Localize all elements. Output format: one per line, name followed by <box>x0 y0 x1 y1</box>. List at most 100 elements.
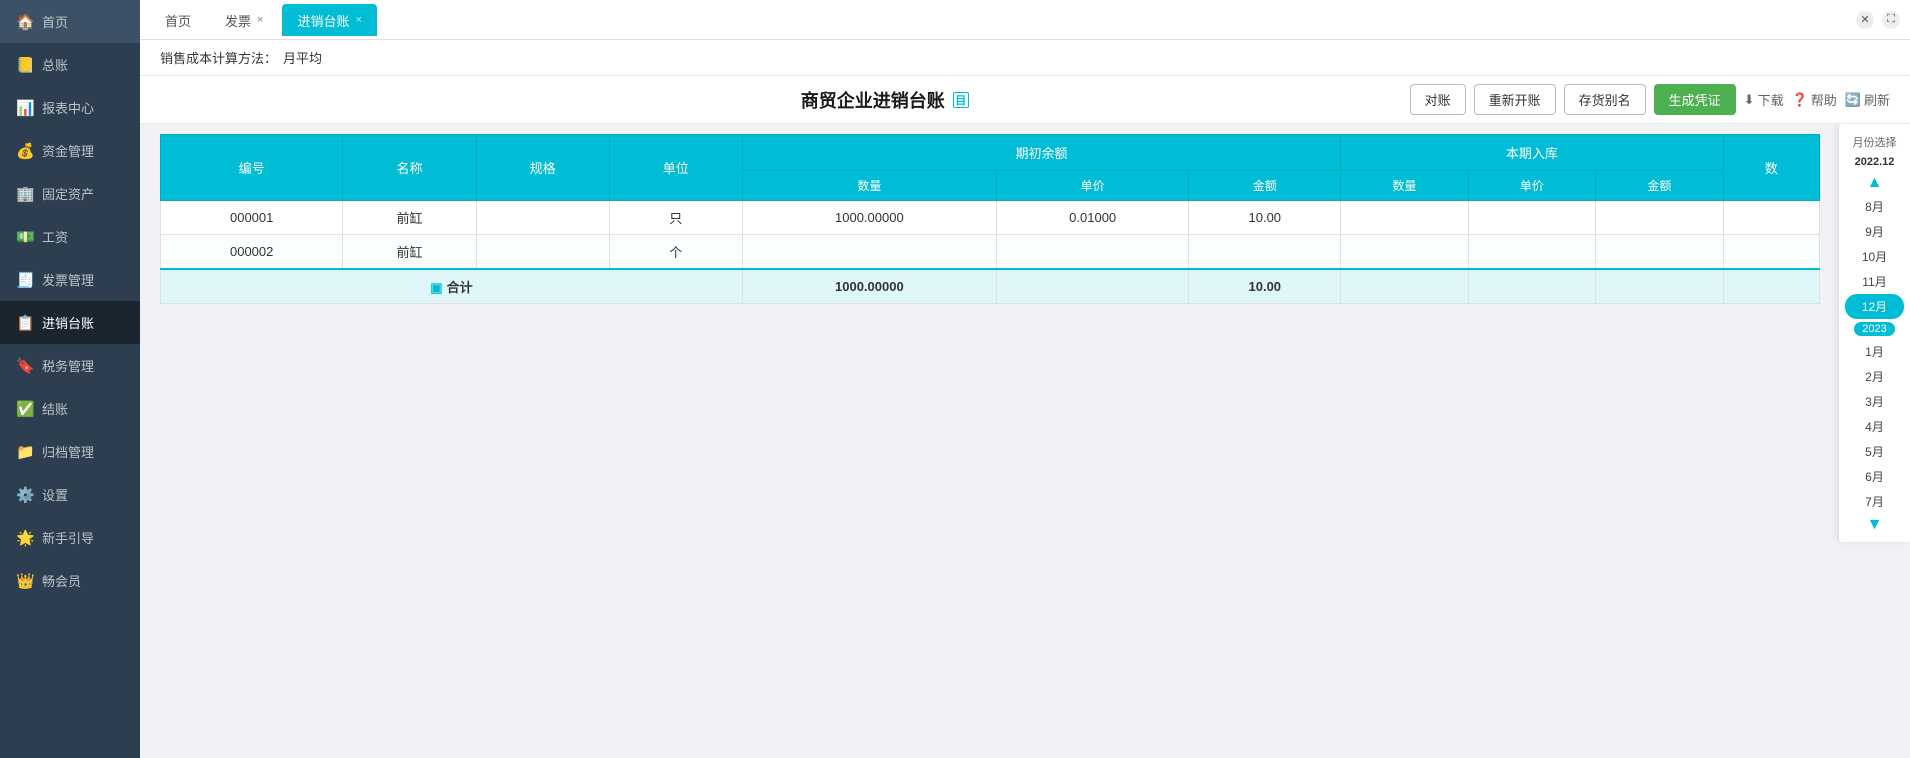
month-item-1[interactable]: 1月 <box>1839 339 1910 364</box>
info-icon[interactable]: 目 <box>953 92 969 108</box>
month-panel-title: 月份选择 <box>1853 130 1897 154</box>
sidebar-item-assets[interactable]: 🏢 固定资产 <box>0 172 140 215</box>
cell-unit: 个 <box>609 235 742 270</box>
tab-invoice[interactable]: 发票 × <box>210 4 278 36</box>
total-amount-in <box>1596 269 1723 304</box>
cell-price-in <box>1468 201 1595 235</box>
download-button[interactable]: ⬇ 下载 <box>1744 90 1784 109</box>
payroll-icon: 💵 <box>16 228 34 246</box>
cell-name: 前缸 <box>343 201 476 235</box>
sidebar-item-member[interactable]: 👑 畅会员 <box>0 559 140 602</box>
refresh-button[interactable]: 🔄 刷新 <box>1845 90 1890 109</box>
sidebar-item-label: 归档管理 <box>42 442 94 461</box>
cell-amount-in <box>1596 201 1723 235</box>
tab-purchase-sales-close[interactable]: × <box>355 14 361 26</box>
cell-id: 000001 <box>161 201 343 235</box>
tab-purchase-sales[interactable]: 进销台账 × <box>282 4 376 36</box>
maximize-button[interactable]: ⛶ <box>1882 11 1900 29</box>
invoice-icon: 🧾 <box>16 271 34 289</box>
month-item-12[interactable]: 12月 <box>1845 294 1904 319</box>
month-item-4[interactable]: 4月 <box>1839 414 1910 439</box>
refresh-icon: 🔄 <box>1845 92 1861 108</box>
archive-icon: 📁 <box>16 443 34 461</box>
cell-amount-init <box>1189 235 1341 270</box>
help-button[interactable]: ❓ 帮助 <box>1792 90 1837 109</box>
sidebar-item-label: 发票管理 <box>42 270 94 289</box>
month-item-3[interactable]: 3月 <box>1839 389 1910 414</box>
month-item-5[interactable]: 5月 <box>1839 439 1910 464</box>
month-item-6[interactable]: 6月 <box>1839 464 1910 489</box>
home-icon: 🏠 <box>16 13 34 31</box>
minimize-button[interactable]: ✕ <box>1856 11 1874 29</box>
month-item-7[interactable]: 7月 <box>1839 489 1910 514</box>
col-extra: 数 <box>1723 135 1819 201</box>
table-row[interactable]: 000002 前缸 个 <box>161 235 1820 270</box>
cell-price-init <box>996 235 1189 270</box>
sidebar-item-label: 结账 <box>42 399 68 418</box>
month-item-2[interactable]: 2月 <box>1839 364 1910 389</box>
sidebar-item-closing[interactable]: ✅ 结账 <box>0 387 140 430</box>
sub-col-qty-init: 数量 <box>742 171 996 201</box>
sidebar-item-settings[interactable]: ⚙️ 设置 <box>0 473 140 516</box>
sub-col-qty-in: 数量 <box>1341 171 1468 201</box>
window-controls: ✕ ⛶ <box>1856 11 1900 29</box>
cell-qty-in <box>1341 201 1468 235</box>
sidebar-item-payroll[interactable]: 💵 工资 <box>0 215 140 258</box>
sidebar-item-tax[interactable]: 🔖 税务管理 <box>0 344 140 387</box>
table-wrapper: 编号 名称 规格 单位 期初余额 本期入库 数 数量 单价 金额 数量 单价 <box>140 124 1910 758</box>
sidebar-item-label: 工资 <box>42 227 68 246</box>
month-item-11[interactable]: 11月 <box>1839 269 1910 294</box>
tab-home[interactable]: 首页 <box>150 4 206 36</box>
cost-method-value: 月平均 <box>283 48 322 67</box>
table-row[interactable]: 000001 前缸 只 1000.00000 0.01000 10.00 <box>161 201 1820 235</box>
total-price-in <box>1468 269 1595 304</box>
sidebar-item-label: 总账 <box>42 55 68 74</box>
month-nav-down[interactable]: ▼ <box>1867 514 1883 536</box>
sub-col-amount-in: 金额 <box>1596 171 1723 201</box>
settings-icon: ⚙️ <box>16 486 34 504</box>
tab-purchase-sales-label: 进销台账 <box>297 11 349 30</box>
reports-icon: 📊 <box>16 99 34 117</box>
cell-amount-in <box>1596 235 1723 270</box>
cell-spec <box>476 201 609 235</box>
member-icon: 👑 <box>16 572 34 590</box>
sidebar-item-archive[interactable]: 📁 归档管理 <box>0 430 140 473</box>
reconcile-button[interactable]: 对账 <box>1410 84 1466 115</box>
month-item-8[interactable]: 8月 <box>1839 194 1910 219</box>
sidebar-item-label: 进销台账 <box>42 313 94 332</box>
tab-invoice-label: 发票 <box>225 11 251 30</box>
sidebar-item-purchase-sales[interactable]: 📋 进销台账 <box>0 301 140 344</box>
month-panel-year-2022: 2022.12 <box>1855 154 1895 172</box>
toolbar-actions: 对账 重新开账 存货别名 生成凭证 ⬇ 下载 ❓ 帮助 🔄 刷新 <box>1410 84 1890 115</box>
month-nav-up[interactable]: ▲ <box>1867 172 1883 194</box>
table-body: 000001 前缸 只 1000.00000 0.01000 10.00 000… <box>161 201 1820 304</box>
sidebar-item-ledger[interactable]: 📒 总账 <box>0 43 140 86</box>
sidebar-item-guide[interactable]: 🌟 新手引导 <box>0 516 140 559</box>
cell-qty-init <box>742 235 996 270</box>
sidebar-item-label: 首页 <box>42 12 68 31</box>
reopen-button[interactable]: 重新开账 <box>1474 84 1556 115</box>
sidebar-item-funds[interactable]: 💰 资金管理 <box>0 129 140 172</box>
col-id: 编号 <box>161 135 343 201</box>
cell-qty-in <box>1341 235 1468 270</box>
col-group-init: 期初余额 <box>742 135 1340 171</box>
cell-extra <box>1723 201 1819 235</box>
sidebar-item-reports[interactable]: 📊 报表中心 <box>0 86 140 129</box>
purchase-sales-icon: 📋 <box>16 314 34 332</box>
month-item-10[interactable]: 10月 <box>1839 244 1910 269</box>
page-title: 商贸企业进销台账 目 <box>360 87 1410 113</box>
generate-voucher-button[interactable]: 生成凭证 <box>1654 84 1736 115</box>
sidebar-item-home[interactable]: 🏠 首页 <box>0 0 140 43</box>
tab-home-label: 首页 <box>165 11 191 30</box>
data-table: 编号 名称 规格 单位 期初余额 本期入库 数 数量 单价 金额 数量 单价 <box>160 134 1820 304</box>
total-icon: ▣ <box>430 280 442 295</box>
col-spec: 规格 <box>476 135 609 201</box>
total-label: ▣合计 <box>161 269 743 304</box>
tab-invoice-close[interactable]: × <box>257 14 263 26</box>
month-item-9[interactable]: 9月 <box>1839 219 1910 244</box>
month-panel: 月份选择 2022.12 ▲ 8月 9月 10月 11月 12月 2023 1月… <box>1838 124 1910 542</box>
sidebar-item-label: 税务管理 <box>42 356 94 375</box>
total-price-init <box>996 269 1189 304</box>
save-as-button[interactable]: 存货别名 <box>1564 84 1646 115</box>
sidebar-item-invoice-mgmt[interactable]: 🧾 发票管理 <box>0 258 140 301</box>
